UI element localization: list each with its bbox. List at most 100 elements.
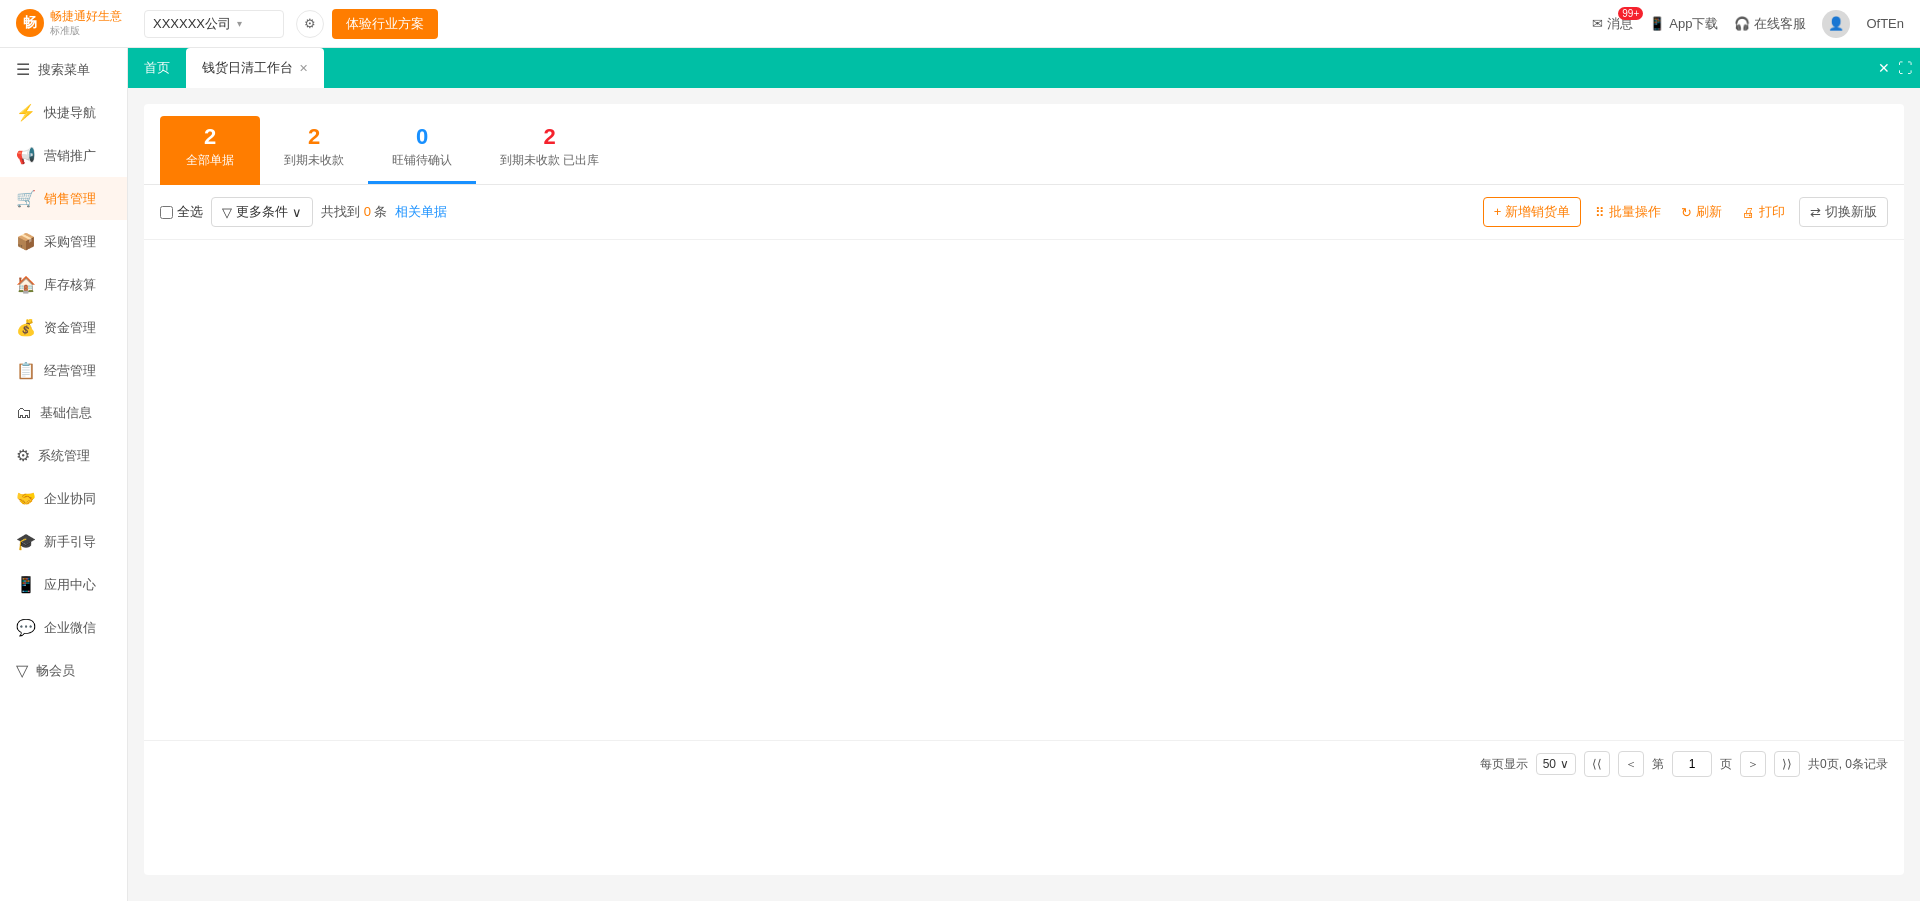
filter-icon: ▽ bbox=[222, 205, 232, 220]
message-btn[interactable]: ✉ 消息 99+ bbox=[1592, 15, 1633, 33]
toolbar-right: + 新增销货单 ⠿ 批量操作 ↻ 刷新 🖨 打印 ⇄ 切换新版 bbox=[1483, 197, 1888, 227]
sidebar-item-member[interactable]: ▽ 畅会员 bbox=[0, 649, 127, 692]
found-suffix: 条 bbox=[374, 204, 387, 219]
tab-bar: 首页 钱货日清工作台 ✕ ✕ ⛶ bbox=[128, 48, 1920, 88]
switch-icon: ⇄ bbox=[1810, 205, 1821, 220]
industry-btn[interactable]: 体验行业方案 bbox=[332, 9, 438, 39]
tab-home-label: 首页 bbox=[144, 59, 170, 77]
sidebar-item-basic-info[interactable]: 🗂 基础信息 bbox=[0, 392, 127, 434]
stat-label-all: 全部单据 bbox=[186, 152, 234, 169]
stat-label-pending: 旺铺待确认 bbox=[392, 152, 452, 169]
tab-close-all-icon[interactable]: ✕ bbox=[1878, 60, 1890, 76]
sidebar-item-enterprise[interactable]: 🤝 企业协同 bbox=[0, 477, 127, 520]
settings-button[interactable]: ⚙ bbox=[296, 10, 324, 38]
per-page-label: 每页显示 bbox=[1480, 756, 1528, 773]
first-page-button[interactable]: ⟨⟨ bbox=[1584, 751, 1610, 777]
sidebar-item-system[interactable]: ⚙ 系统管理 bbox=[0, 434, 127, 477]
page-label: 第 bbox=[1652, 756, 1664, 773]
print-button[interactable]: 🖨 打印 bbox=[1736, 198, 1791, 226]
next-page-button[interactable]: ＞ bbox=[1740, 751, 1766, 777]
gear-icon: ⚙ bbox=[304, 16, 316, 31]
tab-home[interactable]: 首页 bbox=[128, 48, 186, 88]
per-page-select[interactable]: 50 ∨ bbox=[1536, 753, 1576, 775]
app-center-icon: 📱 bbox=[16, 575, 36, 594]
service-icon: 🎧 bbox=[1734, 16, 1750, 31]
stat-num-shipped: 2 bbox=[544, 124, 556, 150]
sidebar: ☰ 搜索菜单 ⚡ 快捷导航 📢 营销推广 🛒 销售管理 📦 采购管理 🏠 库存核… bbox=[0, 48, 128, 901]
sidebar-item-search-label: 搜索菜单 bbox=[38, 61, 90, 79]
pagination-bar: 每页显示 50 ∨ ⟨⟨ ＜ 第 页 ＞ ⟩⟩ 共0页, 0条记录 bbox=[144, 740, 1904, 787]
logo-area: 畅 畅捷通好生意 标准版 bbox=[16, 9, 144, 37]
first-page-icon: ⟨⟨ bbox=[1592, 757, 1602, 771]
company-selector[interactable]: XXXXXX公司 ▾ bbox=[144, 10, 284, 38]
switch-label: 切换新版 bbox=[1825, 203, 1877, 221]
tab-expand-icon[interactable]: ⛶ bbox=[1898, 60, 1912, 76]
logo-text: 畅捷通好生意 bbox=[50, 9, 122, 23]
new-order-button[interactable]: + 新增销货单 bbox=[1483, 197, 1581, 227]
switch-version-button[interactable]: ⇄ 切换新版 bbox=[1799, 197, 1888, 227]
content-area bbox=[144, 240, 1904, 740]
batch-icon: ⠿ bbox=[1595, 205, 1605, 220]
stat-tab-overdue[interactable]: 2 到期未收款 bbox=[260, 116, 368, 184]
online-service-btn[interactable]: 🎧 在线客服 bbox=[1734, 15, 1806, 33]
stat-tab-all[interactable]: 2 全部单据 bbox=[160, 116, 260, 185]
purchase-icon: 📦 bbox=[16, 232, 36, 251]
batch-operation-button[interactable]: ⠿ 批量操作 bbox=[1589, 198, 1667, 226]
per-page-chevron-icon: ∨ bbox=[1560, 757, 1569, 771]
page-number-input[interactable] bbox=[1672, 751, 1712, 777]
chevron-down-icon: ▾ bbox=[237, 18, 242, 29]
sidebar-item-operations[interactable]: 📋 经营管理 bbox=[0, 349, 127, 392]
toolbar: 全选 ▽ 更多条件 ∨ 共找到 0 条 相关单据 + 新增销货单 ⠿ 批 bbox=[144, 185, 1904, 240]
app-download-label: App下载 bbox=[1669, 15, 1718, 33]
sidebar-item-marketing-label: 营销推广 bbox=[44, 147, 96, 165]
toolbar-left: 全选 ▽ 更多条件 ∨ 共找到 0 条 相关单据 bbox=[160, 197, 447, 227]
tab-close-icon[interactable]: ✕ bbox=[299, 62, 308, 75]
filter-button[interactable]: ▽ 更多条件 ∨ bbox=[211, 197, 313, 227]
sidebar-item-purchase[interactable]: 📦 采购管理 bbox=[0, 220, 127, 263]
stat-tab-shipped[interactable]: 2 到期未收款 已出库 bbox=[476, 116, 623, 184]
last-page-button[interactable]: ⟩⟩ bbox=[1774, 751, 1800, 777]
sidebar-item-wecom[interactable]: 💬 企业微信 bbox=[0, 606, 127, 649]
search-menu-icon: ☰ bbox=[16, 60, 30, 79]
refresh-label: 刷新 bbox=[1696, 203, 1722, 221]
operations-icon: 📋 bbox=[16, 361, 36, 380]
sidebar-item-app-center[interactable]: 📱 应用中心 bbox=[0, 563, 127, 606]
sidebar-item-inventory-label: 库存核算 bbox=[44, 276, 96, 294]
select-all-checkbox[interactable] bbox=[160, 206, 173, 219]
app-download-btn[interactable]: 📱 App下载 bbox=[1649, 15, 1718, 33]
found-prefix: 共找到 bbox=[321, 204, 360, 219]
sidebar-item-guide[interactable]: 🎓 新手引导 bbox=[0, 520, 127, 563]
sidebar-item-enterprise-label: 企业协同 bbox=[44, 490, 96, 508]
stat-num-all: 2 bbox=[204, 124, 216, 150]
found-text: 共找到 0 条 bbox=[321, 203, 387, 221]
prev-page-button[interactable]: ＜ bbox=[1618, 751, 1644, 777]
phone-icon: 📱 bbox=[1649, 16, 1665, 31]
per-page-value: 50 bbox=[1543, 757, 1556, 771]
avatar[interactable]: 👤 bbox=[1822, 10, 1850, 38]
sidebar-item-finance[interactable]: 💰 资金管理 bbox=[0, 306, 127, 349]
sidebar-item-quick-nav[interactable]: ⚡ 快捷导航 bbox=[0, 91, 127, 134]
avatar-icon: 👤 bbox=[1828, 16, 1844, 31]
refresh-button[interactable]: ↻ 刷新 bbox=[1675, 198, 1728, 226]
sidebar-item-guide-label: 新手引导 bbox=[44, 533, 96, 551]
sidebar-item-search[interactable]: ☰ 搜索菜单 bbox=[0, 48, 127, 91]
member-icon: ▽ bbox=[16, 661, 28, 680]
stat-tab-pending[interactable]: 0 旺铺待确认 bbox=[368, 116, 476, 184]
select-all-label[interactable]: 全选 bbox=[160, 203, 203, 221]
sidebar-item-sales[interactable]: 🛒 销售管理 bbox=[0, 177, 127, 220]
sidebar-item-inventory[interactable]: 🏠 库存核算 bbox=[0, 263, 127, 306]
related-link[interactable]: 相关单据 bbox=[395, 203, 447, 221]
stat-label-shipped: 到期未收款 已出库 bbox=[500, 152, 599, 169]
total-info: 共0页, 0条记录 bbox=[1808, 756, 1888, 773]
print-label: 打印 bbox=[1759, 203, 1785, 221]
top-header: 畅 畅捷通好生意 标准版 XXXXXX公司 ▾ ⚙ 体验行业方案 ✉ 消息 99… bbox=[0, 0, 1920, 48]
sidebar-item-marketing[interactable]: 📢 营销推广 bbox=[0, 134, 127, 177]
stats-tabs: 2 全部单据 2 到期未收款 0 旺铺待确认 2 到期未收款 已出库 bbox=[144, 104, 1904, 185]
company-name: XXXXXX公司 bbox=[153, 15, 231, 33]
tab-workbench[interactable]: 钱货日清工作台 ✕ bbox=[186, 48, 324, 88]
header-actions: ⚙ 体验行业方案 bbox=[296, 9, 438, 39]
sidebar-item-operations-label: 经营管理 bbox=[44, 362, 96, 380]
batch-label: 批量操作 bbox=[1609, 203, 1661, 221]
filter-label: 更多条件 bbox=[236, 203, 288, 221]
basic-info-icon: 🗂 bbox=[16, 404, 32, 422]
